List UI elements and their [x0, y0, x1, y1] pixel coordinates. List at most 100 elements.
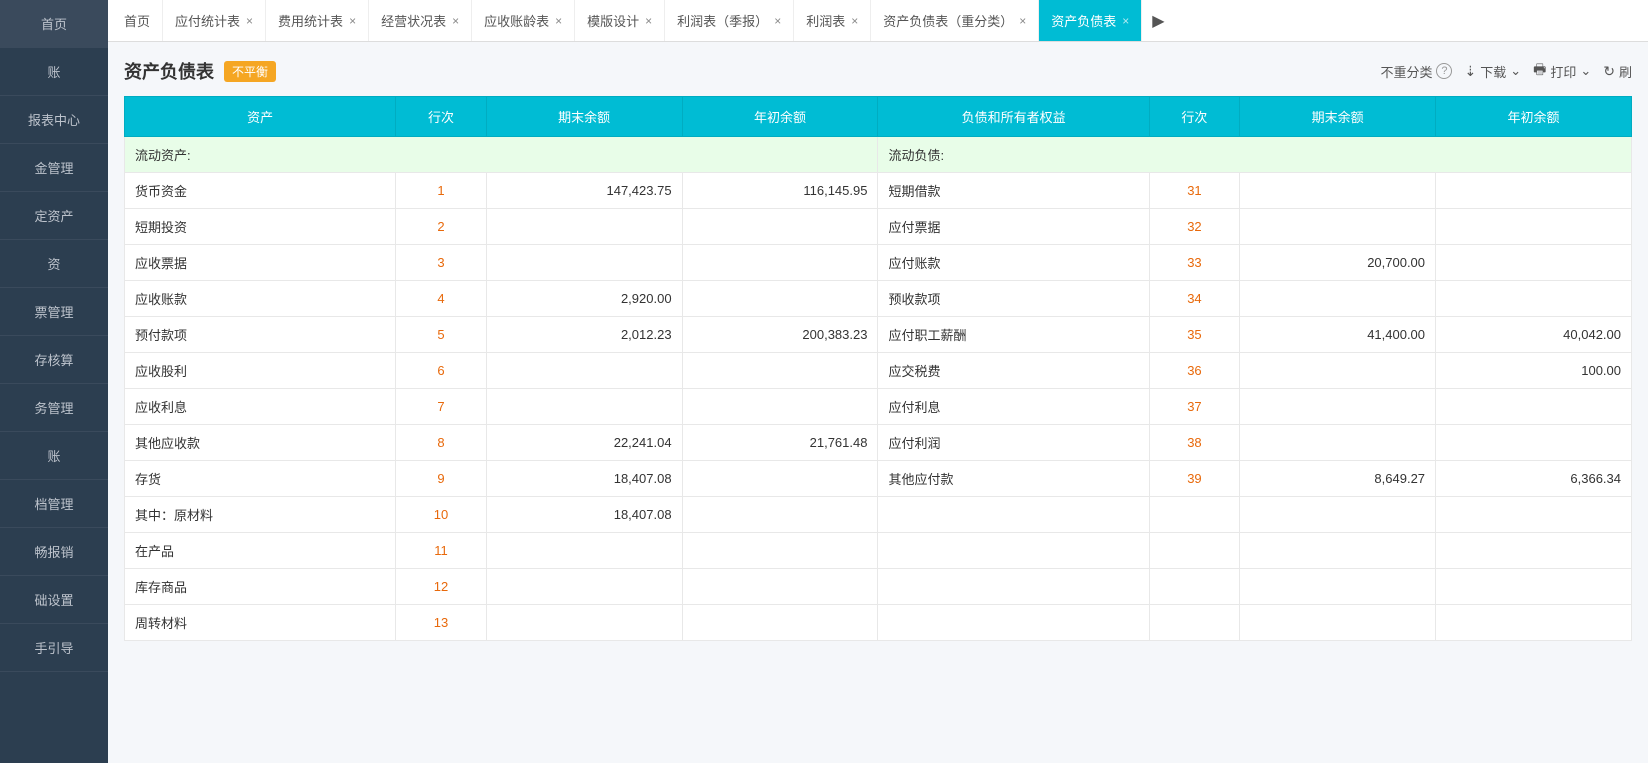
unbalanced-badge: 不平衡 [224, 61, 276, 82]
tab-balance-reclassified[interactable]: 资产负债表（重分类） × [871, 0, 1039, 42]
right-year-balance [1436, 245, 1632, 281]
main-area: 首页 应付统计表 × 费用统计表 × 经营状况表 × 应收账龄表 × 模版设计 … [108, 0, 1648, 763]
sidebar-item-fixed-assets[interactable]: 定资产 [0, 192, 108, 240]
sidebar-item-settings[interactable]: 础设置 [0, 576, 108, 624]
right-year-balance [1436, 209, 1632, 245]
left-row-num: 6 [396, 353, 486, 389]
right-row-num: 31 [1149, 173, 1239, 209]
print-chevron-icon: ⌄ [1580, 63, 1591, 79]
right-end-balance [1240, 533, 1436, 569]
balance-sheet-table: 资产 行次 期末余额 年初余额 负债和所有者权益 行次 期末余额 年初余额 流动… [124, 96, 1632, 641]
tab-bar: 首页 应付统计表 × 费用统计表 × 经营状况表 × 应收账龄表 × 模版设计 … [108, 0, 1648, 42]
sidebar-item-account[interactable]: 账 [0, 48, 108, 96]
left-row-num: 12 [396, 569, 486, 605]
right-year-balance [1436, 389, 1632, 425]
right-item-name: 预收款项 [878, 281, 1149, 317]
tab-profit-quarterly[interactable]: 利润表（季报） × [665, 0, 794, 42]
left-end-balance: 18,407.08 [486, 461, 682, 497]
page-header: 资产负债表 不平衡 不重分类 ? ⇣ 下载 ⌄ 🖶 打印 ⌄ [124, 58, 1632, 84]
table-row: 周转材料 13 [125, 605, 1632, 641]
tab-close-profit-quarterly[interactable]: × [774, 14, 781, 28]
table-row: 货币资金 1 147,423.75 116,145.95 短期借款 31 [125, 173, 1632, 209]
tab-home[interactable]: 首页 [112, 0, 163, 42]
sidebar-item-ledger[interactable]: 账 [0, 432, 108, 480]
table-row: 存货 9 18,407.08 其他应付款 39 8,649.27 6,366.3… [125, 461, 1632, 497]
left-row-num: 4 [396, 281, 486, 317]
header-assets: 资产 [125, 97, 396, 137]
right-year-balance: 40,042.00 [1436, 317, 1632, 353]
left-item-name: 存货 [125, 461, 396, 497]
right-item-name: 其他应付款 [878, 461, 1149, 497]
right-end-balance [1240, 209, 1436, 245]
tab-profit[interactable]: 利润表 × [794, 0, 871, 42]
print-icon: 🖶 [1533, 59, 1546, 83]
section-left-label: 流动资产: [125, 137, 878, 173]
right-item-name: 短期借款 [878, 173, 1149, 209]
left-end-balance: 22,241.04 [486, 425, 682, 461]
table-row: 流动资产: 流动负债: [125, 137, 1632, 173]
right-year-balance [1436, 533, 1632, 569]
refresh-button[interactable]: ↻ 刷 [1603, 62, 1632, 81]
left-row-num: 2 [396, 209, 486, 245]
category-select[interactable]: 不重分类 ? [1380, 62, 1452, 81]
sidebar-item-inventory[interactable]: 存核算 [0, 336, 108, 384]
tab-expense-stats[interactable]: 费用统计表 × [266, 0, 369, 42]
sidebar-item-finance[interactable]: 金管理 [0, 144, 108, 192]
left-end-balance [486, 533, 682, 569]
tab-receivable-aging[interactable]: 应收账龄表 × [472, 0, 575, 42]
left-year-balance [682, 353, 878, 389]
table-row: 短期投资 2 应付票据 32 [125, 209, 1632, 245]
right-row-num: 38 [1149, 425, 1239, 461]
help-icon[interactable]: ? [1436, 63, 1452, 79]
right-end-balance [1240, 425, 1436, 461]
sidebar-item-archive[interactable]: 档管理 [0, 480, 108, 528]
right-year-balance [1436, 425, 1632, 461]
right-end-balance [1240, 389, 1436, 425]
left-row-num: 7 [396, 389, 486, 425]
tab-close-receivable-aging[interactable]: × [555, 14, 562, 28]
right-row-num: 37 [1149, 389, 1239, 425]
tab-close-expense-stats[interactable]: × [349, 14, 356, 28]
left-end-balance: 18,407.08 [486, 497, 682, 533]
section-right-label: 流动负债: [878, 137, 1632, 173]
left-end-balance [486, 245, 682, 281]
tab-business-status[interactable]: 经营状况表 × [369, 0, 472, 42]
tab-template-design[interactable]: 模版设计 × [575, 0, 665, 42]
left-year-balance [682, 389, 878, 425]
tab-close-payable-stats[interactable]: × [246, 14, 253, 28]
tab-more-button[interactable]: ▶ [1142, 0, 1174, 42]
left-item-name: 预付款项 [125, 317, 396, 353]
right-row-num: 36 [1149, 353, 1239, 389]
download-button[interactable]: ⇣ 下载 ⌄ [1464, 62, 1521, 81]
sidebar-item-tax[interactable]: 务管理 [0, 384, 108, 432]
sidebar-item-ticket[interactable]: 票管理 [0, 288, 108, 336]
tab-payable-stats[interactable]: 应付统计表 × [163, 0, 266, 42]
left-item-name: 应收利息 [125, 389, 396, 425]
tab-close-balance-reclassified[interactable]: × [1019, 14, 1026, 28]
left-end-balance: 2,920.00 [486, 281, 682, 317]
tab-close-profit[interactable]: × [851, 14, 858, 28]
sidebar-item-capital[interactable]: 资 [0, 240, 108, 288]
right-row-num: 32 [1149, 209, 1239, 245]
left-row-num: 5 [396, 317, 486, 353]
sidebar-item-reports[interactable]: 报表中心 [0, 96, 108, 144]
right-end-balance [1240, 605, 1436, 641]
left-item-name: 其中：原材料 [125, 497, 396, 533]
left-year-balance [682, 461, 878, 497]
table-row: 其他应收款 8 22,241.04 21,761.48 应付利润 38 [125, 425, 1632, 461]
left-item-name: 库存商品 [125, 569, 396, 605]
tab-close-business-status[interactable]: × [452, 14, 459, 28]
sidebar-item-expense[interactable]: 畅报销 [0, 528, 108, 576]
sidebar-item-guide[interactable]: 手引导 [0, 624, 108, 672]
left-item-name: 应收账款 [125, 281, 396, 317]
tab-balance-sheet[interactable]: 资产负债表 × [1039, 0, 1142, 42]
print-button[interactable]: 🖶 打印 ⌄ [1533, 59, 1591, 83]
sidebar: 首页 账 报表中心 金管理 定资产 资 票管理 存核算 务管理 账 档管理 畅报… [0, 0, 108, 763]
left-year-balance [682, 245, 878, 281]
sidebar-item-home[interactable]: 首页 [0, 0, 108, 48]
tab-close-balance-sheet[interactable]: × [1122, 14, 1129, 28]
left-year-balance [682, 533, 878, 569]
tab-close-template-design[interactable]: × [645, 14, 652, 28]
left-row-num: 1 [396, 173, 486, 209]
right-item-name [878, 497, 1149, 533]
